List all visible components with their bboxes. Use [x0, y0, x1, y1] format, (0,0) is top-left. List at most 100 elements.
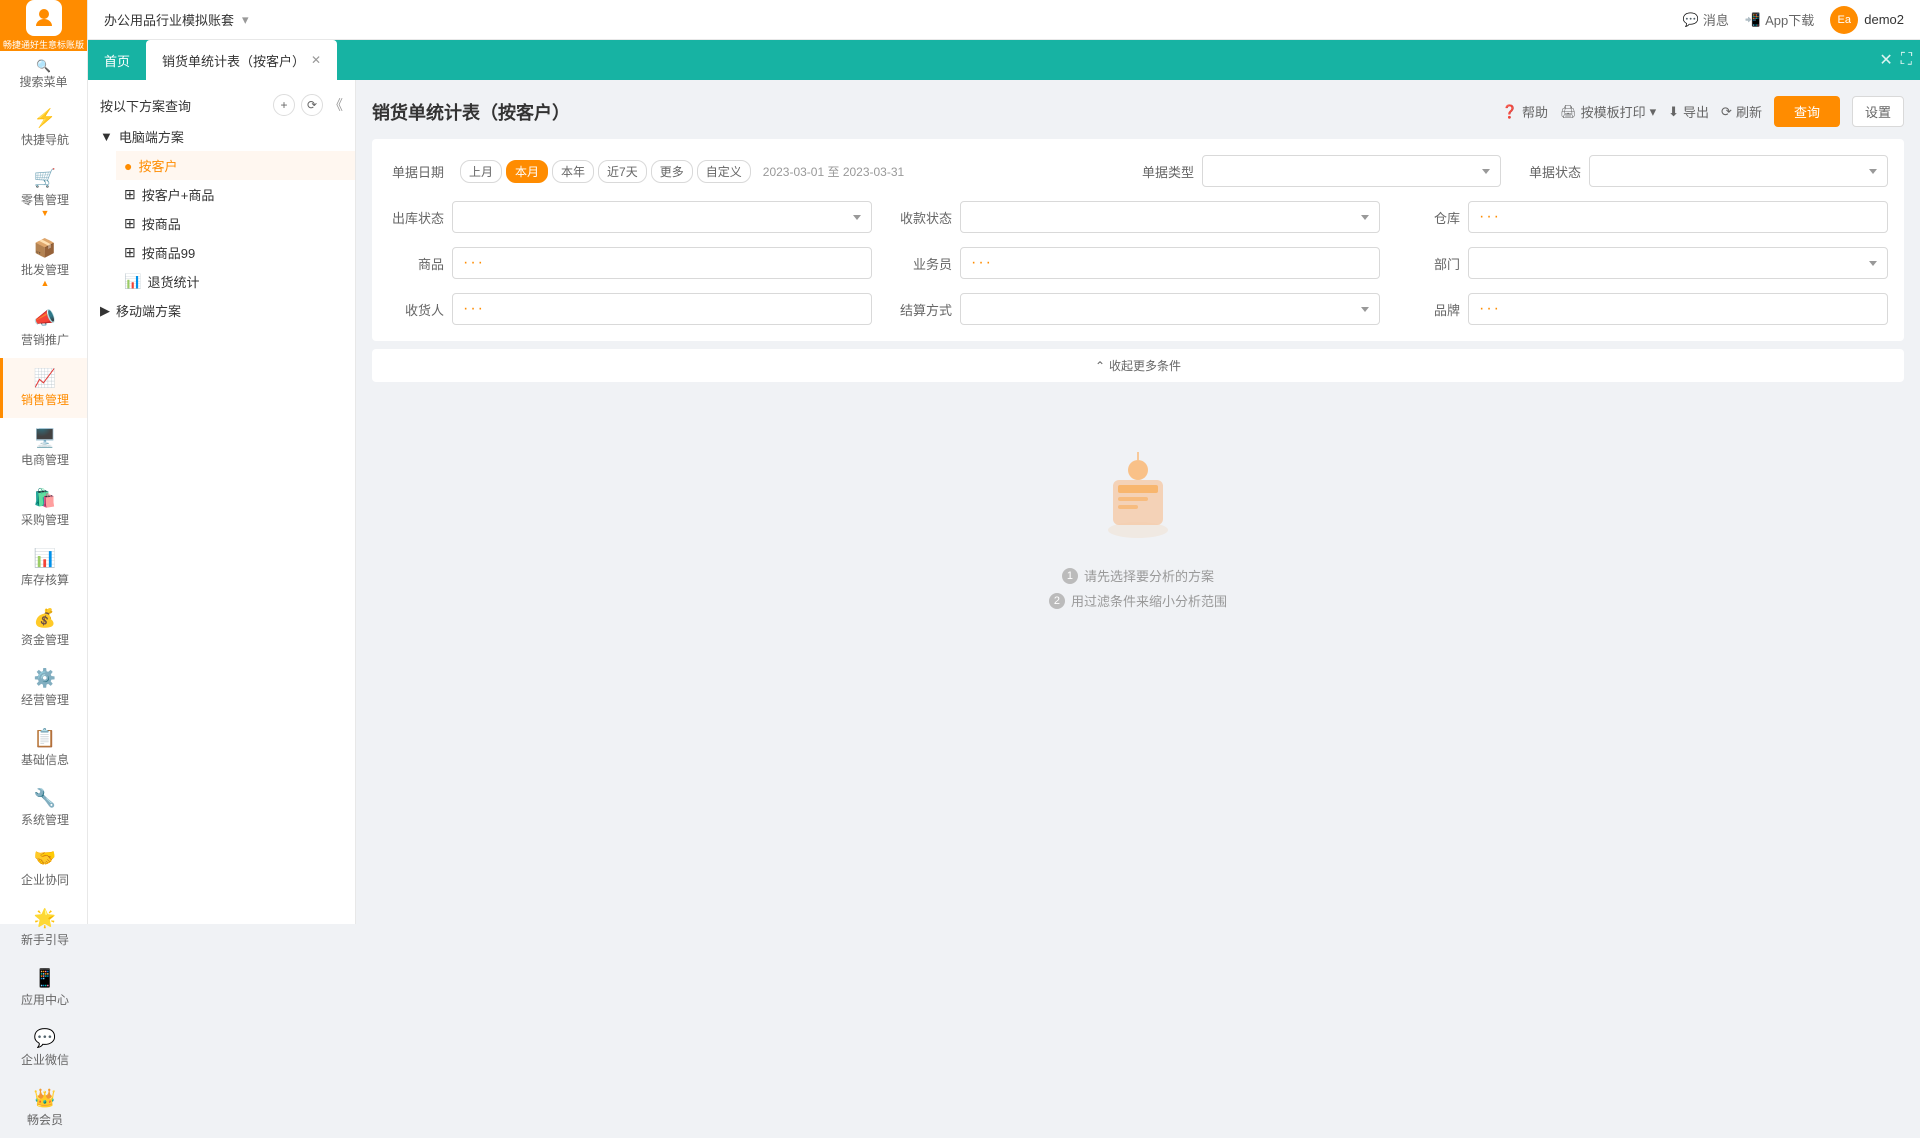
sidebar-item-app-center[interactable]: 📱 应用中心 — [0, 958, 87, 1018]
date-btn-cur-year[interactable]: 本年 — [552, 160, 594, 183]
date-btn-custom[interactable]: 自定义 — [697, 160, 751, 183]
right-content: 销货单统计表（按客户） ❓ 帮助 🖨 按模板打印 ▾ ⬇ 导出 — [356, 80, 1920, 924]
message-btn[interactable]: 💬 消息 — [1683, 10, 1729, 29]
print-btn[interactable]: 🖨 按模板打印 ▾ — [1560, 102, 1656, 121]
main-area: 办公用品行业模拟账套 ▾ 💬 消息 📲 App下载 Ea demo2 首页 — [88, 0, 1920, 924]
doc-type-label: 单据类型 — [1138, 162, 1194, 181]
doc-status-label: 单据状态 — [1525, 162, 1581, 181]
tab-sales-stat[interactable]: 销货单统计表（按客户） ✕ — [146, 40, 337, 80]
receiver-input[interactable]: ··· — [452, 293, 872, 325]
filter-row-1: 单据日期 上月 本月 本年 近7天 更多 自定义 2023-03-01 至 20… — [388, 155, 1888, 187]
tab-home[interactable]: 首页 — [88, 40, 146, 80]
refresh-scheme-btn[interactable]: ⟳ — [301, 94, 323, 116]
basic-info-icon: 📋 — [34, 728, 56, 749]
operation-icon: ⚙️ — [34, 668, 56, 689]
sidebar: 畅捷通好生意标账版 🔍 搜索菜单 ⚡ 快捷导航 🛒 零售管理 ▼ 📦 批发管理 … — [0, 0, 88, 924]
sidebar-item-ecommerce-mgmt[interactable]: 🖥️ 电商管理 — [0, 418, 87, 478]
filter-warehouse-field: 仓库 ··· — [1404, 201, 1888, 233]
date-filter-row: 上月 本月 本年 近7天 更多 自定义 2023-03-01 至 2023-03… — [452, 160, 1114, 183]
scheme-by-goods[interactable]: ⊞ 按商品 — [116, 209, 355, 238]
settings-btn[interactable]: 设置 — [1852, 96, 1904, 127]
warehouse-input[interactable]: ··· — [1468, 201, 1888, 233]
collapse-more-bar[interactable]: ⌃ 收起更多条件 — [372, 349, 1904, 382]
scheme-by-customer-goods[interactable]: ⊞ 按客户+商品 — [116, 180, 355, 209]
refresh-btn[interactable]: ⟳ 刷新 — [1721, 102, 1762, 121]
sidebar-item-retail-mgmt[interactable]: 🛒 零售管理 ▼ — [0, 158, 87, 228]
ecommerce-icon: 🖥️ — [34, 428, 56, 449]
add-scheme-btn[interactable]: + — [273, 94, 295, 116]
date-btn-prev-month[interactable]: 上月 — [460, 160, 502, 183]
brand-label: 品牌 — [1404, 300, 1460, 319]
sidebar-item-quick-nav[interactable]: ⚡ 快捷导航 — [0, 98, 87, 158]
help-btn[interactable]: ❓ 帮助 — [1502, 102, 1548, 121]
tree-group-desktop-label: 电脑端方案 — [119, 127, 184, 146]
export-btn[interactable]: ⬇ 导出 — [1668, 102, 1709, 121]
tab-close-btn[interactable]: ✕ — [1879, 50, 1892, 70]
sidebar-item-operation-mgmt[interactable]: ⚙️ 经营管理 — [0, 658, 87, 718]
sidebar-item-sales-mgmt[interactable]: 📈 销售管理 — [0, 358, 87, 418]
sidebar-item-inventory[interactable]: 📊 库存核算 — [0, 538, 87, 598]
tree-sub-desktop: ● 按客户 ⊞ 按客户+商品 ⊞ 按商品 ⊞ 按商品99 📊 退货统计 — [88, 151, 355, 296]
sidebar-item-enterprise-wechat[interactable]: 💬 企业微信 — [0, 1018, 87, 1078]
tree-group-mobile[interactable]: ▶ 移动端方案 — [88, 296, 355, 325]
payment-status-label: 收款状态 — [896, 208, 952, 227]
sidebar-item-search-menu[interactable]: 🔍 搜索菜单 — [0, 51, 87, 98]
inventory-icon: 📊 — [34, 548, 56, 569]
top-bar: 办公用品行业模拟账套 ▾ 💬 消息 📲 App下载 Ea demo2 — [88, 0, 1920, 40]
filter-receiver-field: 收货人 ··· — [388, 293, 872, 325]
expand-mobile-icon: ▶ — [100, 303, 110, 319]
filter-out-status-field: 出库状态 — [388, 201, 872, 233]
user-info[interactable]: Ea demo2 — [1830, 6, 1904, 34]
scheme-return-stat[interactable]: 📊 退货统计 — [116, 267, 355, 296]
tab-expand-btn[interactable]: ⛶ — [1901, 51, 1912, 69]
dept-input[interactable] — [1468, 247, 1888, 279]
scheme-by-goods-99[interactable]: ⊞ 按商品99 — [116, 238, 355, 267]
empty-hint-2: 2 用过滤条件来缩小分析范围 — [1049, 591, 1227, 610]
out-status-input[interactable] — [452, 201, 872, 233]
goods-input[interactable]: ··· — [452, 247, 872, 279]
collapse-panel-btn[interactable]: 《 — [329, 95, 343, 115]
doc-type-input[interactable] — [1202, 155, 1501, 187]
dept-label: 部门 — [1404, 254, 1460, 273]
sidebar-item-wholesale-mgmt[interactable]: 📦 批发管理 ▲ — [0, 228, 87, 298]
guide-icon: 🌟 — [34, 908, 56, 929]
scheme-by-customer[interactable]: ● 按客户 — [116, 151, 355, 180]
sidebar-item-enterprise[interactable]: 🤝 企业协同 — [0, 838, 87, 898]
collapse-more-icon: ⌃ — [1095, 359, 1105, 373]
filter-dept-field: 部门 — [1404, 247, 1888, 279]
page-title: 销货单统计表（按客户） — [372, 99, 570, 125]
sidebar-item-finance-mgmt[interactable]: 💰 资金管理 — [0, 598, 87, 658]
page-title-bar: 销货单统计表（按客户） ❓ 帮助 🖨 按模板打印 ▾ ⬇ 导出 — [372, 96, 1904, 127]
date-btn-cur-month[interactable]: 本月 — [506, 160, 548, 183]
app-name: 办公用品行业模拟账套 — [104, 10, 234, 29]
payment-status-input[interactable] — [960, 201, 1380, 233]
left-panel-title: 按以下方案查询 — [100, 96, 191, 115]
doc-status-input[interactable] — [1589, 155, 1888, 187]
salesman-label: 业务员 — [896, 254, 952, 273]
sidebar-item-sys-mgmt[interactable]: 🔧 系统管理 — [0, 778, 87, 838]
help-icon: ❓ — [1502, 104, 1518, 120]
date-btn-7days[interactable]: 近7天 — [598, 160, 647, 183]
dept-arrow-icon — [1869, 261, 1877, 266]
brand-input[interactable]: ··· — [1468, 293, 1888, 325]
sidebar-item-purchase-mgmt[interactable]: 🛍️ 采购管理 — [0, 478, 87, 538]
download-icon: 📲 — [1745, 12, 1761, 28]
tree-group-desktop[interactable]: ▼ 电脑端方案 — [88, 122, 355, 151]
sidebar-logo[interactable]: 畅捷通好生意标账版 — [0, 0, 87, 51]
logo-text: 畅捷通好生意标账版 — [3, 38, 84, 51]
settlement-input[interactable] — [960, 293, 1380, 325]
query-btn[interactable]: 查询 — [1774, 96, 1840, 127]
tab-close-icon[interactable]: ✕ — [311, 53, 321, 67]
expand-icon[interactable]: ▾ — [242, 12, 249, 28]
salesman-input[interactable]: ··· — [960, 247, 1380, 279]
quick-nav-icon: ⚡ — [34, 108, 56, 129]
sidebar-item-new-guide[interactable]: 🌟 新手引导 — [0, 898, 87, 958]
date-label: 单据日期 — [388, 162, 444, 181]
date-btn-more[interactable]: 更多 — [651, 160, 693, 183]
sidebar-item-basic-info[interactable]: 📋 基础信息 — [0, 718, 87, 778]
date-quick-btns: 上月 本月 本年 近7天 更多 自定义 — [460, 160, 751, 183]
filter-doc-status-field: 单据状态 — [1525, 155, 1888, 187]
sidebar-item-marketing[interactable]: 📣 营销推广 — [0, 298, 87, 358]
app-download-btn[interactable]: 📲 App下载 — [1745, 10, 1814, 29]
sidebar-item-member[interactable]: 👑 畅会员 — [0, 1078, 87, 1138]
